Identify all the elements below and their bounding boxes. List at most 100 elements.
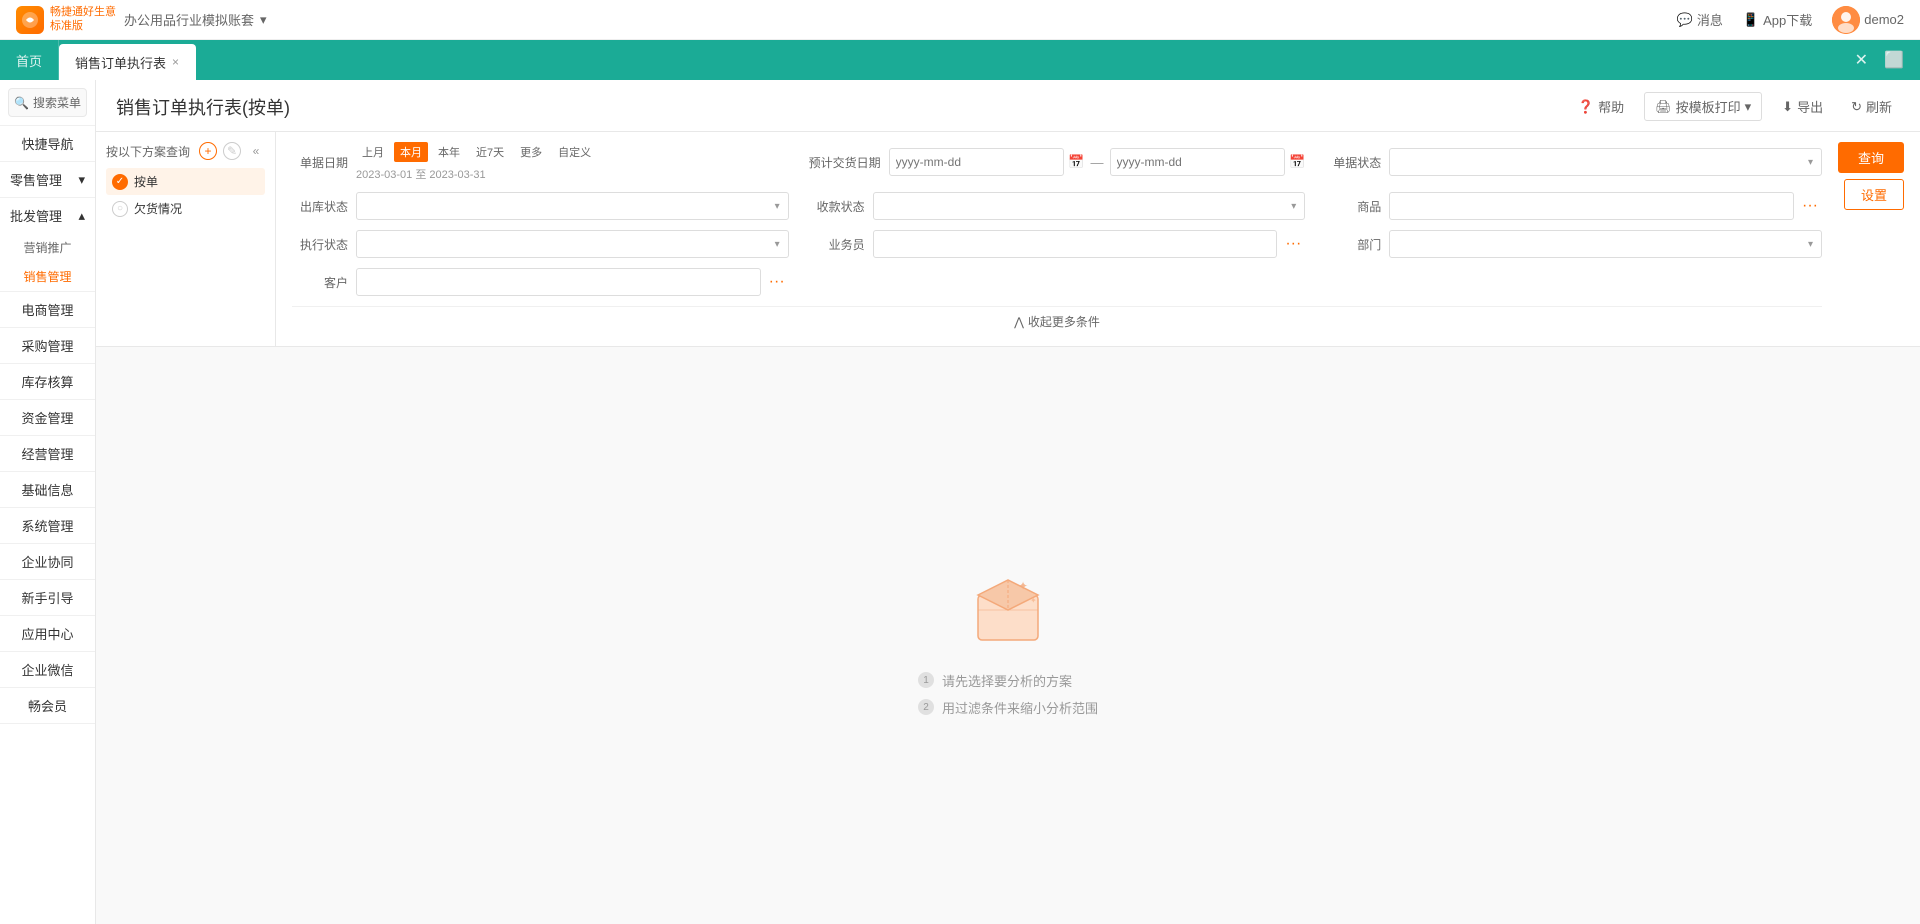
tab-bar-left: 首页 销售订单执行表 × [0,40,196,80]
refresh-icon: ↻ [1851,99,1862,115]
filter-row-1: 单据日期 上月 本月 本年 近7天 更多 自定义 20 [292,142,1822,182]
calendar-start-icon[interactable]: 📅 [1068,154,1084,170]
scheme-dot-active: ✓ [112,174,128,190]
page-header-actions: ❓ 帮助 🖨 按模板打印 ▾ ⬇ 导出 ↻ 刷新 [1570,92,1900,121]
delivery-status-select[interactable] [356,192,789,220]
sidebar-item-newuser[interactable]: 新手引导 [0,580,95,615]
sidebar-subitem-marketing[interactable]: 营销推广 [0,233,95,262]
app-download-button[interactable]: 📱 App下载 [1743,10,1812,29]
sidebar-subitem-sales[interactable]: 销售管理 [0,262,95,291]
sidebar-item-appcenter[interactable]: 应用中心 [0,616,95,651]
sidebar-search-area: 🔍 搜索菜单 [0,80,95,126]
refresh-button[interactable]: ↻ 刷新 [1843,93,1900,120]
sidebar-section-purchase: 采购管理 [0,328,95,364]
sidebar-item-retail[interactable]: 零售管理 ▾ [0,162,95,197]
filter-area: 按以下方案查询 + ✎ « ✓ 按单 ○ 欠货情况 [96,132,1920,347]
sidebar-section-ecommerce: 电商管理 [0,292,95,328]
doc-status-field: 单据状态 [1325,148,1822,176]
content-area: 销售订单执行表(按单) ❓ 帮助 🖨 按模板打印 ▾ ⬇ 导出 ↻ 刷新 [96,80,1920,924]
retail-chevron-icon: ▾ [78,172,85,188]
goods-more-icon[interactable]: ··· [1798,198,1822,214]
sidebar-section-system: 系统管理 [0,508,95,544]
tab-home[interactable]: 首页 [0,40,59,80]
date-tab-7days[interactable]: 近7天 [470,142,510,162]
empty-state: ✦ ✦ 1 请先选择要分析的方案 2 用过滤条件来缩小分析范围 [918,555,1098,717]
print-template-button[interactable]: 🖨 按模板打印 ▾ [1644,92,1762,121]
sidebar-section-member: 畅会员 [0,688,95,724]
expected-date-start[interactable] [889,148,1065,176]
logo-icon [16,6,44,34]
export-button[interactable]: ⬇ 导出 [1774,93,1831,120]
scheme-item-shortage[interactable]: ○ 欠货情况 [106,195,265,222]
doc-status-arrow-icon [1808,157,1813,168]
breadcrumb: 办公用品行业模拟账套 ▾ [124,10,267,29]
dept-select[interactable] [1389,230,1822,258]
exec-status-field: 执行状态 [292,230,789,258]
filter-row-4: 客户 ··· [292,268,1822,296]
date-tab-custom[interactable]: 自定义 [552,142,597,162]
date-tab-thismonth[interactable]: 本月 [394,142,428,162]
date-filter-field: 单据日期 上月 本月 本年 近7天 更多 自定义 20 [292,142,789,182]
date-tab-more[interactable]: 更多 [514,142,548,162]
payment-status-select[interactable] [873,192,1306,220]
print-chevron-icon: ▾ [1745,99,1752,115]
sidebar-item-finance[interactable]: 资金管理 [0,400,95,435]
sidebar-section-basic: 基础信息 [0,472,95,508]
settings-button[interactable]: 设置 [1844,179,1904,210]
sidebar-item-operations[interactable]: 经营管理 [0,436,95,471]
dept-label: 部门 [1325,236,1381,253]
sidebar-item-system[interactable]: 系统管理 [0,508,95,543]
salesperson-more-icon[interactable]: ··· [1281,236,1305,252]
sidebar-item-wholesale[interactable]: 批发管理 ▴ [0,198,95,233]
sidebar-section-appcenter: 应用中心 [0,616,95,652]
customer-inner: 客户 ··· [292,268,789,296]
salesperson-inner: 业务员 ··· [809,230,1306,258]
add-scheme-button[interactable]: + [199,142,217,160]
sidebar-item-quicknav[interactable]: 快捷导航 [0,126,95,161]
sidebar-item-ecommerce[interactable]: 电商管理 [0,292,95,327]
doc-status-select[interactable] [1389,148,1822,176]
goods-input[interactable] [1389,192,1794,220]
delivery-status-label: 出库状态 [292,198,348,215]
expected-date-inner: 预计交货日期 📅 — 📅 [809,148,1306,176]
tab-sales-order[interactable]: 销售订单执行表 × [59,44,196,80]
salesperson-input[interactable] [873,230,1278,258]
collapse-filter-button[interactable]: ⋀ 收起更多条件 [292,306,1822,336]
hint-num-2: 2 [918,699,934,715]
help-button[interactable]: ❓ 帮助 [1570,93,1632,120]
tab-close-icon[interactable]: × [172,56,179,68]
tab-close-button[interactable]: ✕ [1851,46,1872,74]
date-tabs: 上月 本月 本年 近7天 更多 自定义 [356,142,789,162]
customer-input-group: ··· [356,268,789,296]
sidebar-item-member[interactable]: 畅会员 [0,688,95,723]
sidebar-item-basic[interactable]: 基础信息 [0,472,95,507]
customer-more-icon[interactable]: ··· [765,274,789,290]
collapse-scheme-button[interactable]: « [247,142,265,160]
user-menu[interactable]: demo2 [1832,6,1904,34]
customer-input[interactable] [356,268,761,296]
date-tab-thisyear[interactable]: 本年 [432,142,466,162]
page-title: 销售订单执行表(按单) [116,94,290,120]
scheme-header: 按以下方案查询 + ✎ « [106,142,265,160]
expected-date-end[interactable] [1110,148,1286,176]
message-button[interactable]: 💬 消息 [1677,10,1723,29]
scheme-item-order[interactable]: ✓ 按单 [106,168,265,195]
sidebar-item-inventory[interactable]: 库存核算 [0,364,95,399]
sidebar-item-enterprise[interactable]: 企业协同 [0,544,95,579]
message-icon: 💬 [1677,12,1693,28]
query-button[interactable]: 查询 [1838,142,1904,173]
scheme-dot-inactive: ○ [112,201,128,217]
main-layout: 🔍 搜索菜单 快捷导航 零售管理 ▾ 批发管理 ▴ 营销推广 销 [0,80,1920,924]
sidebar-item-purchase[interactable]: 采购管理 [0,328,95,363]
search-menu-button[interactable]: 🔍 搜索菜单 [8,88,87,117]
date-tab-lastmonth[interactable]: 上月 [356,142,390,162]
avatar [1832,6,1860,34]
svg-text:✦: ✦ [1030,596,1037,605]
sidebar-item-corpwechat[interactable]: 企业微信 [0,652,95,687]
tab-maximize-button[interactable]: ⬜ [1880,46,1908,74]
edit-scheme-button[interactable]: ✎ [223,142,241,160]
exec-status-select[interactable] [356,230,789,258]
breadcrumb-chevron-icon[interactable]: ▾ [260,12,267,28]
goods-label: 商品 [1325,198,1381,215]
calendar-end-icon[interactable]: 📅 [1289,154,1305,170]
